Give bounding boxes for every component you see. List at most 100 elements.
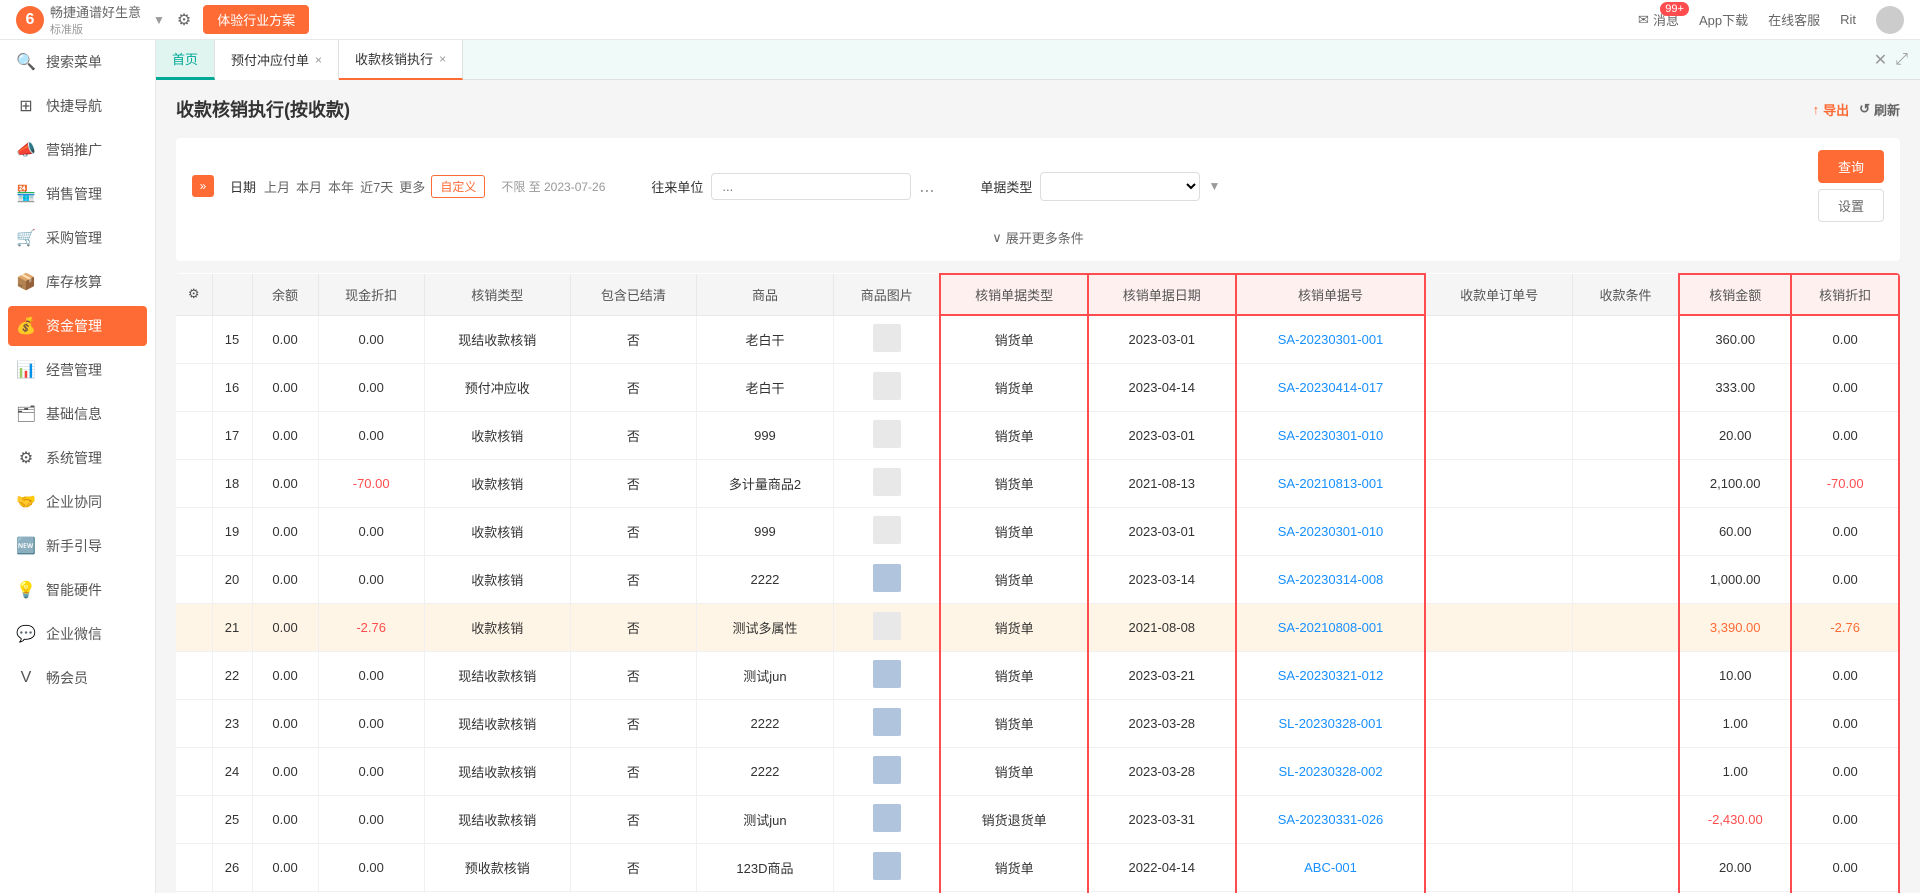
sidebar-item-search[interactable]: 🔍 搜索菜单 <box>0 40 155 84</box>
user-name[interactable]: Rit <box>1840 12 1856 27</box>
sidebar-item-member[interactable]: V 畅会员 <box>0 656 155 700</box>
cell-doc-no[interactable]: SL-20230328-002 <box>1236 747 1426 795</box>
cell-verify-type: 现结收款核销 <box>424 699 570 747</box>
settings-btn[interactable]: 设置 <box>1818 189 1884 222</box>
cell-goods: 测试多属性 <box>696 603 833 651</box>
cell-receipt-order-no <box>1425 603 1572 651</box>
app-download-btn[interactable]: App下载 <box>1699 10 1748 29</box>
cell-included: 否 <box>570 459 696 507</box>
goods-img <box>873 852 901 880</box>
cell-goods-img <box>834 603 941 651</box>
sidebar-item-hardware[interactable]: 💡 智能硬件 <box>0 568 155 612</box>
sidebar-item-system[interactable]: ⚙ 系统管理 <box>0 436 155 480</box>
col-seq-head <box>212 274 252 315</box>
cell-verify-type: 收款核销 <box>424 507 570 555</box>
tab-receipt[interactable]: 收款核销执行 × <box>339 40 463 80</box>
logo-area: 6 畅捷通谱好生意 标准版 <box>16 2 141 37</box>
partner-input[interactable] <box>711 173 911 200</box>
cell-doc-no[interactable]: ABC-001 <box>1236 843 1426 891</box>
company-dropdown-arrow[interactable]: ▼ <box>153 13 165 27</box>
sidebar-label-hardware: 智能硬件 <box>46 580 102 600</box>
date-opt-last-month[interactable]: 上月 <box>264 177 290 196</box>
sidebar-item-guide[interactable]: 🆕 新手引导 <box>0 524 155 568</box>
query-btn[interactable]: 查询 <box>1818 150 1884 183</box>
refresh-btn[interactable]: ↺ 刷新 <box>1859 100 1900 119</box>
sidebar-item-wechat[interactable]: 💬 企业微信 <box>0 612 155 656</box>
sidebar-item-purchase[interactable]: 🛒 采购管理 <box>0 216 155 260</box>
cell-receipt-order-no <box>1425 555 1572 603</box>
cell-doc-no[interactable]: SA-20230301-010 <box>1236 507 1426 555</box>
cell-doc-no[interactable]: SA-20230301-010 <box>1236 411 1426 459</box>
table-row: 22 0.00 0.00 现结收款核销 否 测试jun 销货单 2023-03-… <box>176 651 1899 699</box>
cell-doc-no[interactable]: SL-20230328-001 <box>1236 699 1426 747</box>
sidebar-label-nav: 快捷导航 <box>46 96 102 116</box>
sidebar: 🔍 搜索菜单 ⊞ 快捷导航 📣 营销推广 🏪 销售管理 🛒 采购管理 📦 库存核… <box>0 40 156 893</box>
main-layout: 🔍 搜索菜单 ⊞ 快捷导航 📣 营销推广 🏪 销售管理 🛒 采购管理 📦 库存核… <box>0 40 1920 893</box>
doc-type-select[interactable] <box>1040 172 1200 201</box>
cell-doc-no[interactable]: SA-20210808-001 <box>1236 603 1426 651</box>
message-btn[interactable]: ✉ 消息 99+ <box>1638 10 1679 29</box>
cell-doc-type: 销货单 <box>940 843 1088 891</box>
cell-doc-no[interactable]: SA-20230301-001 <box>1236 315 1426 363</box>
cell-receipt-order-no <box>1425 843 1572 891</box>
tab-receipt-close[interactable]: × <box>439 52 446 66</box>
sidebar-item-manage[interactable]: 📊 经营管理 <box>0 348 155 392</box>
cell-doc-no[interactable]: SA-20230314-008 <box>1236 555 1426 603</box>
sidebar-item-finance[interactable]: 💰 资金管理 <box>8 306 147 346</box>
cell-included: 否 <box>570 555 696 603</box>
cell-settings <box>176 363 212 411</box>
cell-doc-no[interactable]: SA-20210813-001 <box>1236 459 1426 507</box>
date-opt-this-month[interactable]: 本月 <box>296 177 322 196</box>
date-range-display: 不限 至 2023-07-26 <box>501 178 605 195</box>
cell-amount: -2,430.00 <box>1679 795 1791 843</box>
sidebar-item-marketing[interactable]: 📣 营销推广 <box>0 128 155 172</box>
col-settings-head[interactable]: ⚙ <box>176 274 212 315</box>
sidebar-item-corp[interactable]: 🤝 企业协同 <box>0 480 155 524</box>
cell-goods: 123D商品 <box>696 843 833 891</box>
date-opt-custom[interactable]: 自定义 <box>431 175 485 198</box>
tab-home[interactable]: 首页 <box>156 40 215 80</box>
date-opt-this-year[interactable]: 本年 <box>328 177 354 196</box>
goods-img <box>873 612 901 640</box>
tab-prepay[interactable]: 预付冲应付单 × <box>215 40 339 80</box>
cell-included: 否 <box>570 747 696 795</box>
cell-doc-no[interactable]: SA-20230414-017 <box>1236 363 1426 411</box>
cell-balance: 0.00 <box>252 363 318 411</box>
gear-icon[interactable]: ⚙ <box>177 10 191 30</box>
tab-maximize-btn[interactable]: ⤢ <box>1895 51 1908 69</box>
sidebar-label-basic: 基础信息 <box>46 404 102 424</box>
tabs-actions: ✕ ⤢ <box>1874 50 1920 70</box>
date-opt-7days[interactable]: 近7天 <box>360 177 393 196</box>
cell-balance: 0.00 <box>252 747 318 795</box>
col-goods-img-head: 商品图片 <box>834 274 941 315</box>
logo-icon: 6 <box>16 6 44 34</box>
cell-goods-img <box>834 411 941 459</box>
sidebar-item-sales[interactable]: 🏪 销售管理 <box>0 172 155 216</box>
cell-discount: 0.00 <box>1791 699 1899 747</box>
table-row: 25 0.00 0.00 现结收款核销 否 测试jun 销货退货单 2023-0… <box>176 795 1899 843</box>
table-row: 23 0.00 0.00 现结收款核销 否 2222 销货单 2023-03-2… <box>176 699 1899 747</box>
expand-conditions[interactable]: ∨ 展开更多条件 <box>192 222 1884 249</box>
cell-doc-no[interactable]: SA-20230331-026 <box>1236 795 1426 843</box>
online-service-btn[interactable]: 在线客服 <box>1768 10 1820 29</box>
avatar[interactable] <box>1876 6 1904 34</box>
cell-balance: 0.00 <box>252 795 318 843</box>
industry-btn[interactable]: 体验行业方案 <box>203 5 309 34</box>
export-btn[interactable]: ↑ 导出 <box>1813 100 1850 119</box>
goods-img <box>873 708 901 736</box>
cell-cash-discount: -70.00 <box>318 459 424 507</box>
date-opt-more[interactable]: 更多 <box>399 177 425 196</box>
sidebar-item-quick-nav[interactable]: ⊞ 快捷导航 <box>0 84 155 128</box>
tab-prepay-close[interactable]: × <box>315 53 322 67</box>
cell-doc-no[interactable]: SA-20230321-012 <box>1236 651 1426 699</box>
sidebar-item-basic[interactable]: 🗂 基础信息 <box>0 392 155 436</box>
cell-doc-date: 2022-04-14 <box>1088 843 1236 891</box>
filter-expand-icon[interactable]: » <box>192 175 214 197</box>
cell-verify-type: 现结收款核销 <box>424 651 570 699</box>
tab-close-all-btn[interactable]: ✕ <box>1874 50 1887 70</box>
cell-discount: 0.00 <box>1791 843 1899 891</box>
sidebar-label-finance: 资金管理 <box>46 316 102 336</box>
filter-date: 日期 上月 本月 本年 近7天 更多 自定义 <box>230 175 485 198</box>
sidebar-item-inventory[interactable]: 📦 库存核算 <box>0 260 155 304</box>
doc-type-label: 单据类型 <box>980 177 1032 196</box>
